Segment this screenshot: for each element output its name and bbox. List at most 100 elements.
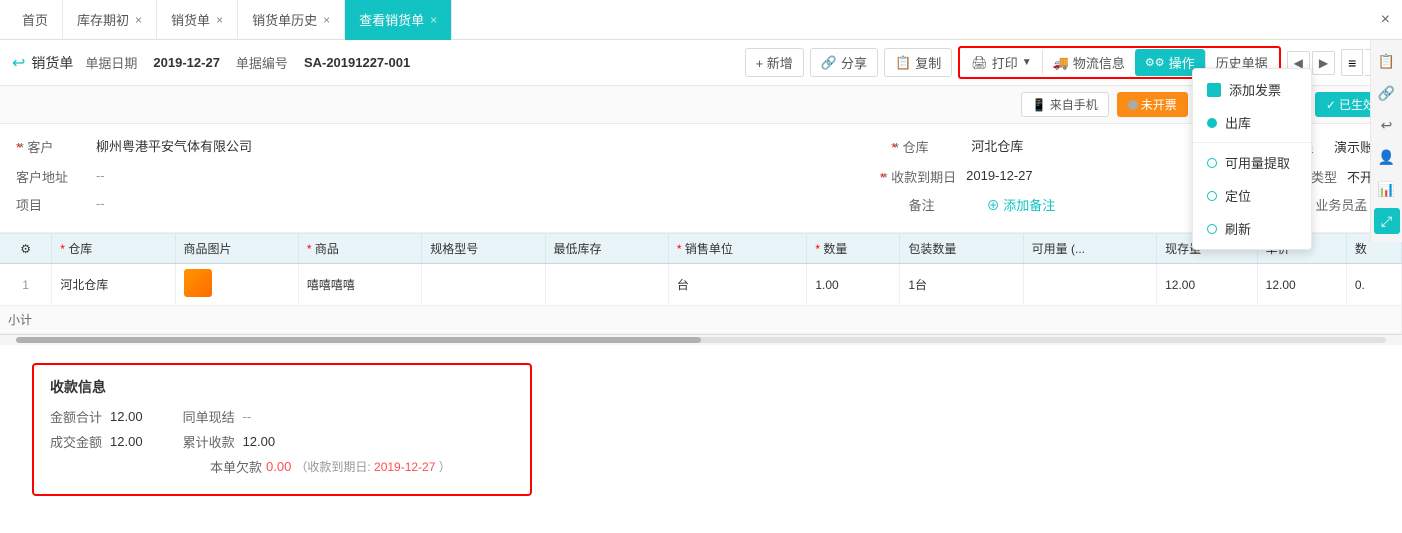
settlement-value: -- <box>243 409 252 424</box>
row-amount: 0. <box>1346 264 1401 306</box>
due-date-field: * * 收款到期日 2019-12-27 <box>645 166 1274 186</box>
sidebar-btn-4[interactable]: 👤 <box>1374 144 1400 170</box>
payment-row-3: 本单欠款 0.00 （收款到期日: 2019-12-27 ） <box>50 457 514 476</box>
th-warehouse: * 仓库 <box>52 234 175 264</box>
th-qty: * 数量 <box>807 234 900 264</box>
th-gear: ⚙ <box>0 234 52 264</box>
menu-outbound[interactable]: 出库 <box>1193 106 1311 139</box>
add-note-button[interactable]: ⊕ 添加备注 <box>987 195 1056 214</box>
print-dropdown-arrow: ▼ <box>1022 57 1032 68</box>
warehouse-value: 河北仓库 <box>965 134 1029 158</box>
th-spec: 规格型号 <box>422 234 545 264</box>
payment-section: 收款信息 金额合计 12.00 同单现结 -- 成交金额 12.00 累计收款 <box>0 345 1402 514</box>
no-label: 单据编号 <box>236 53 288 72</box>
address-field: 客户地址 -- <box>16 166 645 186</box>
close-sales-tab[interactable]: × <box>216 13 223 27</box>
owed-item: 本单欠款 0.00 （收款到期日: 2019-12-27 ） <box>210 457 451 476</box>
menu-refresh[interactable]: 刷新 <box>1193 212 1311 245</box>
row-unit-price: 12.00 <box>1257 264 1346 306</box>
row-pack-qty: 1台 <box>900 264 1023 306</box>
transaction-value: 12.00 <box>110 434 143 449</box>
menu-available-qty[interactable]: 可用量提取 <box>1193 146 1311 179</box>
document-title: ↩ 销货单 <box>12 53 73 73</box>
due-date-label: * * 收款到期日 <box>880 167 956 186</box>
subtotal-label: 小计 <box>0 306 1402 334</box>
window-close-button[interactable]: × <box>1381 11 1390 29</box>
sidebar-btn-1[interactable]: 📋 <box>1374 48 1400 74</box>
close-history-tab[interactable]: × <box>323 13 330 27</box>
print-icon: 🖨 <box>971 55 988 71</box>
th-min-stock: 最低库存 <box>545 234 668 264</box>
next-arrow[interactable]: ▶ <box>1312 51 1335 75</box>
transaction-item: 成交金额 12.00 <box>50 432 143 451</box>
row-available <box>1023 264 1156 306</box>
logistics-button[interactable]: 🚚 物流信息 <box>1042 49 1135 76</box>
cumulative-item: 累计收款 12.00 <box>183 432 276 451</box>
subtotal-row: 小计 <box>0 306 1402 334</box>
available-qty-icon <box>1207 158 1217 168</box>
sidebar-btn-3[interactable]: ↩ <box>1374 112 1400 138</box>
operation-icon: ⚙⚙ <box>1145 56 1165 69</box>
new-button[interactable]: + 新增 <box>745 48 804 77</box>
settlement-item: 同单现结 -- <box>183 407 252 426</box>
product-image <box>184 269 212 297</box>
sidebar-btn-5[interactable]: 📊 <box>1374 176 1400 202</box>
ticket-status-dot <box>1128 100 1138 110</box>
project-label: 项目 <box>16 195 86 214</box>
add-invoice-icon <box>1207 83 1221 97</box>
address-value: -- <box>90 166 111 186</box>
row-img <box>175 264 298 306</box>
row-min-stock <box>545 264 668 306</box>
print-button[interactable]: 🖨 打印 ▼ <box>961 49 1041 76</box>
list-view-button[interactable]: ≡ <box>1341 49 1363 76</box>
tab-bar: 首页 库存期初 × 销货单 × 销货单历史 × 查看销货单 × × <box>0 0 1402 40</box>
tab-view-sales[interactable]: 查看销货单 × <box>345 0 452 40</box>
sidebar-btn-expand[interactable]: ⤢ <box>1374 208 1400 234</box>
menu-add-invoice[interactable]: 添加发票 <box>1193 73 1311 106</box>
tab-sales-history[interactable]: 销货单历史 × <box>238 0 345 40</box>
tab-home[interactable]: 首页 <box>8 0 63 40</box>
table-row: 1 河北仓库 嘻嘻嘻嘻 台 1.00 1台 12.00 12.00 0. <box>0 264 1402 306</box>
logistics-icon: 🚚 <box>1053 55 1069 71</box>
form-row-2: 客户地址 -- * * 收款到期日 2019-12-27 * * 票据类型 不开… <box>16 166 1386 186</box>
salesman-label: * * 业务员孟 <box>1304 195 1367 214</box>
row-current: 12.00 <box>1157 264 1258 306</box>
close-view-sales-tab[interactable]: × <box>430 13 437 27</box>
tab-sales[interactable]: 销货单 × <box>157 0 238 40</box>
th-pack-qty: 包装数量 <box>900 234 1023 264</box>
payment-row-2: 成交金额 12.00 累计收款 12.00 <box>50 432 514 451</box>
due-date-value: 2019-12-27 <box>960 166 1039 186</box>
tab-inventory[interactable]: 库存期初 × <box>63 0 157 40</box>
mobile-icon: 📱 <box>1032 98 1047 112</box>
sidebar-btn-2[interactable]: 🔗 <box>1374 80 1400 106</box>
row-spec <box>422 264 545 306</box>
copy-button[interactable]: 📋 复制 <box>884 48 952 77</box>
not-open-ticket-button[interactable]: 未开票 <box>1117 92 1188 117</box>
share-icon: 🔗 <box>821 55 837 71</box>
payment-title: 收款信息 <box>50 377 514 397</box>
transaction-label: 成交金额 <box>50 432 102 451</box>
form-row-1: * * 客户 柳州粤港平安气体有限公司 * * 仓库 河北仓库 业务员 演示账号 <box>16 134 1386 158</box>
cumulative-label: 累计收款 <box>183 432 235 451</box>
menu-locate[interactable]: 定位 <box>1193 179 1311 212</box>
settlement-label: 同单现结 <box>183 407 235 426</box>
date-label: 单据日期 <box>85 53 137 72</box>
owed-date: 2019-12-27 <box>374 460 435 474</box>
project-field: 项目 -- <box>16 194 660 214</box>
address-label: 客户地址 <box>16 167 86 186</box>
customer-value: 柳州粤港平安气体有限公司 <box>90 134 258 158</box>
row-qty: 1.00 <box>807 264 900 306</box>
from-mobile-button[interactable]: 📱 来自手机 <box>1021 92 1109 117</box>
operation-dropdown: 添加发票 出库 可用量提取 定位 刷新 <box>1192 68 1312 250</box>
outbound-icon <box>1207 118 1217 128</box>
payment-row-1: 金额合计 12.00 同单现结 -- <box>50 407 514 426</box>
menu-divider <box>1193 142 1311 143</box>
row-warehouse: 河北仓库 <box>52 264 175 306</box>
date-value: 2019-12-27 <box>153 55 220 70</box>
close-inventory-tab[interactable]: × <box>135 13 142 27</box>
no-value: SA-20191227-001 <box>304 55 410 70</box>
total-value: 12.00 <box>110 409 143 424</box>
th-product: * 商品 <box>298 234 421 264</box>
payment-box: 收款信息 金额合计 12.00 同单现结 -- 成交金额 12.00 累计收款 <box>32 363 532 496</box>
share-button[interactable]: 🔗 分享 <box>810 48 878 77</box>
